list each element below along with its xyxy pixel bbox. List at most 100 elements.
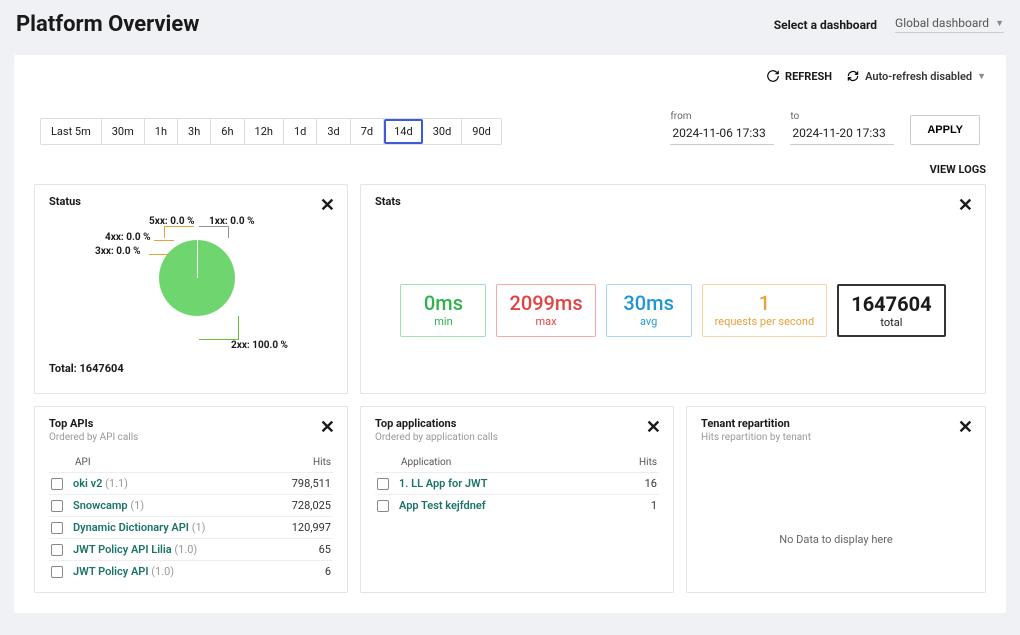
- table-row: JWT Policy API Lilia (1.0)65: [49, 538, 333, 560]
- app-link[interactable]: 1. LL App for JWT: [399, 477, 603, 490]
- quick-range-7d[interactable]: 7d: [351, 119, 384, 144]
- main-card: REFRESH Auto-refresh disabled ▼ Last 5m3…: [14, 55, 1006, 613]
- stat-label: requests per second: [715, 315, 815, 328]
- date-range-inputs: from 2024-11-06 17:33 to 2024-11-20 17:3…: [670, 111, 980, 145]
- refresh-label: REFRESH: [785, 70, 832, 83]
- top-apis-sub: Ordered by API calls: [49, 432, 333, 443]
- close-icon[interactable]: ✕: [646, 417, 661, 438]
- top-apis-title: Top APIs: [49, 417, 333, 430]
- checkbox[interactable]: [51, 566, 63, 578]
- quick-range-3h[interactable]: 3h: [178, 119, 211, 144]
- stat-label: total: [851, 316, 931, 329]
- api-link[interactable]: Dynamic Dictionary API (1): [73, 521, 277, 534]
- select-dashboard-label: Select a dashboard: [774, 18, 877, 32]
- toolbar: REFRESH Auto-refresh disabled ▼: [34, 69, 986, 83]
- api-version: (1.0): [174, 543, 197, 556]
- refresh-button[interactable]: REFRESH: [766, 69, 832, 83]
- pie-label-2xx: 2xx: 100.0 %: [231, 340, 288, 351]
- table-row: JWT Policy API (1.0)6: [49, 560, 333, 582]
- stat-min: 0msmin: [400, 284, 486, 337]
- quick-range-30d[interactable]: 30d: [423, 119, 463, 144]
- refresh-icon: [766, 69, 780, 83]
- pie-slice-2xx: [159, 240, 235, 316]
- hits-value: 728,025: [277, 499, 331, 512]
- to-label: to: [790, 111, 894, 122]
- hits-value: 16: [603, 477, 657, 490]
- close-icon[interactable]: ✕: [958, 195, 973, 216]
- stat-value: 30ms: [619, 291, 679, 315]
- view-logs-link[interactable]: VIEW LOGS: [930, 163, 986, 176]
- tenant-sub: Hits repartition by tenant: [701, 432, 971, 443]
- stat-max: 2099msmax: [496, 284, 595, 337]
- stat-label: max: [509, 315, 582, 328]
- from-value: 2024-11-06 17:33: [670, 122, 774, 145]
- auto-refresh-label: Auto-refresh disabled: [865, 70, 972, 83]
- dashboard-selected-value: Global dashboard: [895, 16, 989, 30]
- tenant-title: Tenant repartition: [701, 417, 971, 430]
- close-icon[interactable]: ✕: [320, 417, 335, 438]
- top-apps-title: Top applications: [375, 417, 659, 430]
- hits-value: 65: [277, 543, 331, 556]
- status-panel: Status ✕ 5xx: 0.0 % 1xx: 0.0 % 4xx: 0.0 …: [34, 184, 348, 394]
- quick-range-3d[interactable]: 3d: [317, 119, 350, 144]
- api-link[interactable]: JWT Policy API Lilia (1.0): [73, 543, 277, 556]
- stat-label: min: [413, 315, 473, 328]
- time-range-row: Last 5m30m1h3h6h12h1d3d7d14d30d90d from …: [34, 111, 986, 145]
- top-apps-rows: 1. LL App for JWT16App Test kejfdnef1: [375, 472, 659, 516]
- to-date-field[interactable]: to 2024-11-20 17:33: [790, 111, 894, 145]
- checkbox[interactable]: [377, 500, 389, 512]
- apply-button[interactable]: APPLY: [910, 115, 980, 145]
- stats-panel: Stats ✕ 0msmin2099msmax30msavg1requests …: [360, 184, 986, 394]
- pie-label-4xx: 4xx: 0.0 %: [105, 232, 150, 243]
- hits-value: 798,511: [277, 477, 331, 490]
- quick-range-90d[interactable]: 90d: [462, 119, 501, 144]
- status-title: Status: [49, 195, 333, 208]
- api-version: (1.0): [151, 565, 174, 578]
- dashboard-selector[interactable]: Global dashboard ▼: [895, 16, 1004, 33]
- quick-range-1d[interactable]: 1d: [284, 119, 317, 144]
- auto-refresh-toggle[interactable]: Auto-refresh disabled ▼: [846, 69, 986, 83]
- checkbox[interactable]: [51, 522, 63, 534]
- col-application: Application: [401, 457, 603, 468]
- checkbox[interactable]: [377, 478, 389, 490]
- table-row: 1. LL App for JWT16: [375, 472, 659, 494]
- stat-total: 1647604total: [837, 284, 945, 337]
- table-row: Dynamic Dictionary API (1)120,997: [49, 516, 333, 538]
- app-link[interactable]: App Test kejfdnef: [399, 499, 603, 512]
- top-apps-panel: Top applications Ordered by application …: [360, 406, 674, 593]
- quick-range-14d[interactable]: 14d: [384, 119, 423, 144]
- tenant-panel: Tenant repartition Hits repartition by t…: [686, 406, 986, 593]
- api-link[interactable]: JWT Policy API (1.0): [73, 565, 277, 578]
- checkbox[interactable]: [51, 544, 63, 556]
- stats-title: Stats: [375, 195, 971, 208]
- api-version: (1.1): [105, 477, 128, 490]
- quick-range-12h[interactable]: 12h: [245, 119, 284, 144]
- quick-range-30m[interactable]: 30m: [102, 119, 145, 144]
- table-row: oki v2 (1.1)798,511: [49, 472, 333, 494]
- quick-range-1h[interactable]: 1h: [145, 119, 178, 144]
- api-link[interactable]: Snowcamp (1): [73, 499, 277, 512]
- api-version: (1): [130, 499, 144, 512]
- table-row: App Test kejfdnef1: [375, 494, 659, 516]
- quick-range-6h[interactable]: 6h: [211, 119, 244, 144]
- panels-bottom-row: Top APIs Ordered by API calls ✕ API Hits…: [34, 406, 986, 593]
- col-hits: Hits: [277, 457, 331, 468]
- from-date-field[interactable]: from 2024-11-06 17:33: [670, 111, 774, 145]
- stat-value: 0ms: [413, 291, 473, 315]
- close-icon[interactable]: ✕: [958, 417, 973, 438]
- api-link[interactable]: oki v2 (1.1): [73, 477, 277, 490]
- hits-value: 120,997: [277, 521, 331, 534]
- quick-range-last5m[interactable]: Last 5m: [41, 119, 102, 144]
- top-apps-header: Application Hits: [375, 457, 659, 472]
- header-right: Select a dashboard Global dashboard ▼: [774, 16, 1004, 33]
- hits-value: 6: [277, 565, 331, 578]
- col-hits: Hits: [603, 457, 657, 468]
- stat-avg: 30msavg: [606, 284, 692, 337]
- status-pie-chart: 5xx: 0.0 % 1xx: 0.0 % 4xx: 0.0 % 3xx: 0.…: [49, 208, 333, 358]
- checkbox[interactable]: [51, 478, 63, 490]
- top-apis-rows: oki v2 (1.1)798,511Snowcamp (1)728,025Dy…: [49, 472, 333, 582]
- quick-range-buttons: Last 5m30m1h3h6h12h1d3d7d14d30d90d: [40, 118, 502, 145]
- panels-top-row: Status ✕ 5xx: 0.0 % 1xx: 0.0 % 4xx: 0.0 …: [34, 184, 986, 394]
- checkbox[interactable]: [51, 500, 63, 512]
- hits-value: 1: [603, 499, 657, 512]
